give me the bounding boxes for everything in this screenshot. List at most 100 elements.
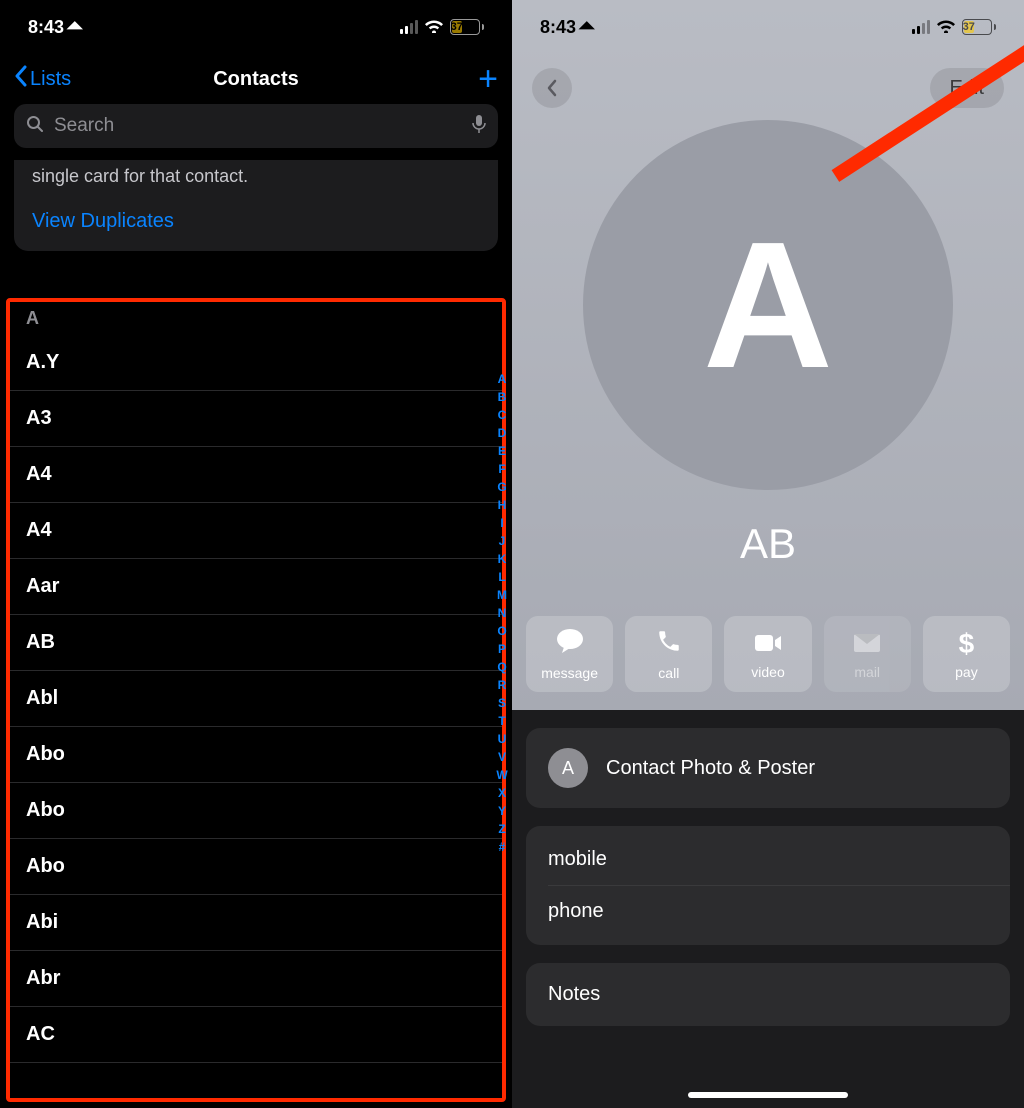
mail-button: mail bbox=[824, 616, 911, 692]
index-letter[interactable]: Y bbox=[494, 802, 510, 820]
contact-name: AB bbox=[512, 520, 1024, 568]
duplicates-card: single card for that contact. View Dupli… bbox=[14, 160, 498, 251]
status-bar: 8:43 37 bbox=[512, 0, 1024, 54]
search-icon bbox=[26, 115, 44, 138]
action-label: mail bbox=[854, 664, 880, 680]
index-letter[interactable]: N bbox=[494, 604, 510, 622]
index-letter[interactable]: B bbox=[494, 388, 510, 406]
video-icon bbox=[754, 629, 782, 660]
search-field[interactable] bbox=[14, 104, 498, 148]
index-letter[interactable]: T bbox=[494, 712, 510, 730]
nav-bar: Lists Contacts + bbox=[0, 54, 512, 104]
battery-icon: 37 bbox=[450, 19, 484, 35]
contact-hero: 8:43 37 Edit bbox=[512, 0, 1024, 710]
call-icon bbox=[656, 628, 682, 661]
back-button[interactable] bbox=[532, 68, 572, 108]
mic-icon[interactable] bbox=[472, 114, 486, 139]
mobile-field[interactable]: mobile bbox=[548, 834, 988, 885]
index-letter[interactable]: G bbox=[494, 478, 510, 496]
contacts-list-highlight: A A.YA3A4A4AarABAblAboAboAboAbiAbrAC bbox=[6, 298, 506, 1102]
pay-button[interactable]: $ pay bbox=[923, 616, 1010, 692]
mini-avatar: A bbox=[548, 748, 588, 788]
back-label: Lists bbox=[30, 68, 71, 91]
index-letter[interactable]: Z bbox=[494, 820, 510, 838]
signal-icon bbox=[400, 20, 418, 34]
index-letter[interactable]: R bbox=[494, 676, 510, 694]
notes-card[interactable]: Notes bbox=[526, 963, 1010, 1026]
location-icon bbox=[582, 17, 593, 38]
contact-row[interactable]: Abo bbox=[10, 783, 502, 839]
index-letter[interactable]: E bbox=[494, 442, 510, 460]
pay-icon: $ bbox=[959, 628, 975, 660]
message-button[interactable]: message bbox=[526, 616, 613, 692]
home-indicator[interactable] bbox=[688, 1092, 848, 1098]
index-letter[interactable]: D bbox=[494, 424, 510, 442]
video-button[interactable]: video bbox=[724, 616, 811, 692]
contact-row[interactable]: A4 bbox=[10, 503, 502, 559]
photo-poster-label: Contact Photo & Poster bbox=[606, 757, 815, 780]
contacts-list-screen: 8:43 37 Lists Contacts + bbox=[0, 0, 512, 1108]
index-letter[interactable]: C bbox=[494, 406, 510, 424]
phone-fields-card: mobile phone bbox=[526, 826, 1010, 945]
contact-row[interactable]: Abo bbox=[10, 727, 502, 783]
contact-detail-screen: 8:43 37 Edit bbox=[512, 0, 1024, 1108]
notes-label: Notes bbox=[548, 983, 988, 1006]
action-label: call bbox=[658, 665, 679, 681]
call-button[interactable]: call bbox=[625, 616, 712, 692]
contact-row[interactable]: A.Y bbox=[10, 335, 502, 391]
index-letter[interactable]: H bbox=[494, 496, 510, 514]
contact-row[interactable]: Abo bbox=[10, 839, 502, 895]
location-icon bbox=[70, 17, 81, 38]
index-letter[interactable]: M bbox=[494, 586, 510, 604]
contact-row[interactable]: Abi bbox=[10, 895, 502, 951]
search-input[interactable] bbox=[54, 115, 462, 137]
index-letter[interactable]: W bbox=[494, 766, 510, 784]
chevron-left-icon bbox=[14, 65, 28, 93]
index-letter[interactable]: J bbox=[494, 532, 510, 550]
index-letter[interactable]: O bbox=[494, 622, 510, 640]
action-label: pay bbox=[955, 664, 978, 680]
contact-row[interactable]: A4 bbox=[10, 447, 502, 503]
index-letter[interactable]: K bbox=[494, 550, 510, 568]
contact-row[interactable]: AB bbox=[10, 615, 502, 671]
index-letter[interactable]: L bbox=[494, 568, 510, 586]
wifi-icon bbox=[936, 17, 956, 38]
wifi-icon bbox=[424, 17, 444, 38]
avatar-letter: A bbox=[703, 202, 833, 409]
mail-icon bbox=[853, 629, 881, 660]
phone-field[interactable]: phone bbox=[548, 886, 988, 937]
index-letter[interactable]: X bbox=[494, 784, 510, 802]
action-label: message bbox=[541, 665, 598, 681]
photo-poster-row[interactable]: A Contact Photo & Poster bbox=[526, 728, 1010, 808]
index-letter[interactable]: S bbox=[494, 694, 510, 712]
contact-row[interactable]: Aar bbox=[10, 559, 502, 615]
contact-avatar[interactable]: A bbox=[583, 120, 953, 490]
back-button[interactable]: Lists bbox=[14, 65, 71, 93]
index-letter[interactable]: A bbox=[494, 370, 510, 388]
section-header: A bbox=[10, 302, 502, 335]
duplicates-text: single card for that contact. bbox=[32, 160, 480, 188]
status-time: 8:43 bbox=[540, 17, 576, 38]
alpha-index[interactable]: ABCDEFGHIJKLMNOPQRSTUVWXYZ# bbox=[494, 370, 510, 856]
contact-row[interactable]: Abr bbox=[10, 951, 502, 1007]
index-letter[interactable]: I bbox=[494, 514, 510, 532]
battery-icon: 37 bbox=[962, 19, 996, 35]
status-bar: 8:43 37 bbox=[0, 0, 512, 54]
contact-row[interactable]: AC bbox=[10, 1007, 502, 1063]
status-time: 8:43 bbox=[28, 17, 64, 38]
action-label: video bbox=[751, 664, 784, 680]
add-contact-button[interactable]: + bbox=[478, 60, 498, 99]
index-letter[interactable]: V bbox=[494, 748, 510, 766]
index-letter[interactable]: # bbox=[494, 838, 510, 856]
view-duplicates-link[interactable]: View Duplicates bbox=[32, 210, 480, 233]
index-letter[interactable]: P bbox=[494, 640, 510, 658]
signal-icon bbox=[912, 20, 930, 34]
contact-row[interactable]: Abl bbox=[10, 671, 502, 727]
message-icon bbox=[556, 628, 584, 661]
index-letter[interactable]: Q bbox=[494, 658, 510, 676]
edit-button[interactable]: Edit bbox=[930, 68, 1004, 108]
contact-row[interactable]: A3 bbox=[10, 391, 502, 447]
page-title: Contacts bbox=[213, 68, 299, 91]
index-letter[interactable]: U bbox=[494, 730, 510, 748]
index-letter[interactable]: F bbox=[494, 460, 510, 478]
